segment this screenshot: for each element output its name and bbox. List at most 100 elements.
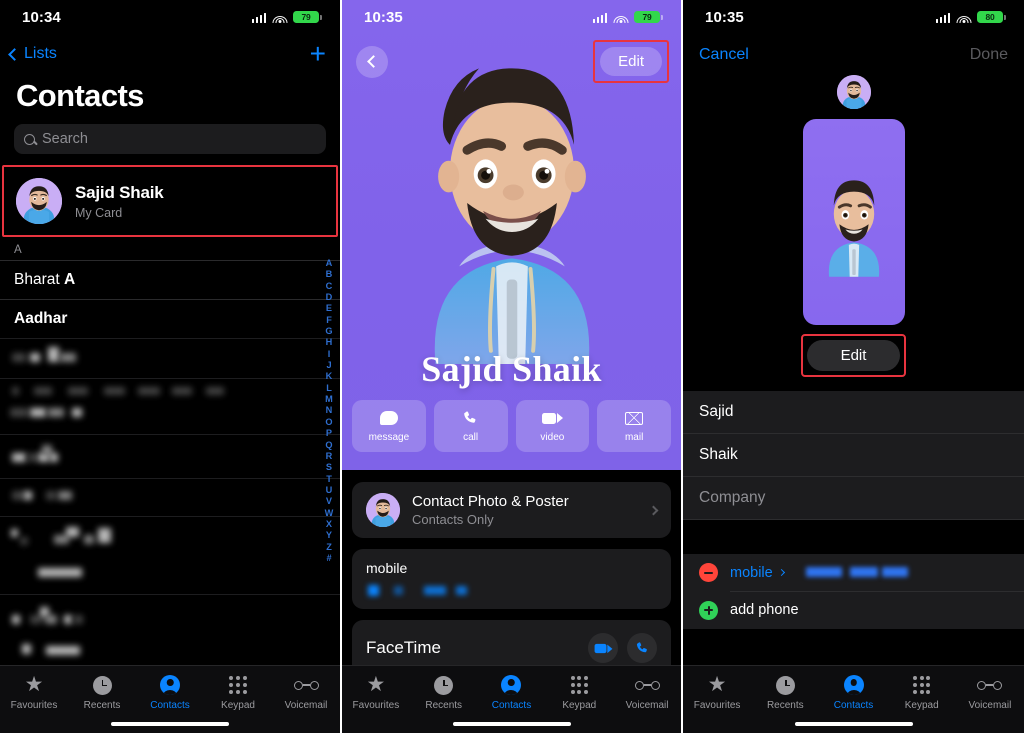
memoji-avatar-icon [434,68,589,364]
index-letter[interactable]: N [326,405,333,416]
battery-level: 79 [301,11,311,22]
back-to-lists-button[interactable]: Lists [8,45,57,63]
last-name-field[interactable]: Shaik [683,434,1024,477]
list-item-redacted[interactable] [0,434,340,478]
tab-recents[interactable]: Recents [410,674,478,711]
tab-voicemail[interactable]: Voicemail [613,674,681,711]
tab-favourites[interactable]: ★ Favourites [683,674,751,711]
add-phone-button[interactable] [699,600,718,620]
list-item-redacted[interactable] [0,516,340,558]
index-letter[interactable]: V [326,496,332,507]
phone-row[interactable]: mobile [683,554,1024,591]
index-letter[interactable]: P [326,428,332,439]
mail-button[interactable]: mail [597,400,671,452]
index-letter[interactable]: S [326,462,332,473]
list-item[interactable]: Aadhar [0,299,340,338]
index-letter[interactable]: A [326,258,333,269]
alphabet-index[interactable]: A B C D E F G H I J K L M N O P Q R S T … [322,258,336,564]
index-letter[interactable]: U [326,485,333,496]
index-letter[interactable]: J [326,360,331,371]
my-card-name: Sajid Shaik [75,182,164,202]
contact-photo-poster-subtitle: Contacts Only [412,512,494,527]
index-letter[interactable]: W [325,508,334,519]
index-letter[interactable]: B [326,269,333,280]
index-letter[interactable]: C [326,281,333,292]
index-letter[interactable]: R [326,451,333,462]
index-letter[interactable]: Y [326,530,332,541]
tab-favourites[interactable]: ★ Favourites [342,674,410,711]
poster-edit-button[interactable]: Edit [806,340,901,371]
add-contact-button[interactable]: + [310,40,326,68]
index-letter[interactable]: D [326,292,333,303]
list-item-redacted[interactable] [0,378,340,404]
index-letter[interactable]: Q [325,440,332,451]
video-button[interactable]: video [515,400,590,452]
cancel-button[interactable]: Cancel [699,46,749,64]
index-letter[interactable]: L [326,383,332,394]
phone-number-redacted[interactable] [804,566,1008,579]
edit-avatar-wrap [683,75,1024,109]
index-letter[interactable]: K [326,371,333,382]
tab-voicemail[interactable]: Voicemail [956,674,1024,711]
first-name-field[interactable]: Sajid [683,391,1024,434]
index-letter[interactable]: I [328,349,331,360]
call-button[interactable]: call [433,400,508,452]
nav-bar: Lists + [0,34,340,70]
index-letter[interactable]: H [326,337,333,348]
done-button[interactable]: Done [970,46,1008,64]
company-field[interactable]: Company [683,477,1024,520]
tab-recents[interactable]: Recents [751,674,819,711]
my-card-row[interactable]: Sajid Shaik My Card [2,165,338,237]
index-letter[interactable]: Z [326,542,332,553]
list-item-redacted[interactable] [0,338,340,378]
facetime-audio-button[interactable] [627,633,657,663]
index-letter[interactable]: M [325,394,333,405]
list-item-redacted[interactable] [0,404,340,434]
wifi-icon [613,12,628,23]
tab-label: Keypad [221,700,255,711]
list-item-redacted[interactable] [0,478,340,516]
avatar [16,178,62,224]
list-item-redacted[interactable] [0,594,340,640]
memoji-avatar-icon [366,493,400,527]
poster-preview-card[interactable] [802,119,905,325]
contact-photo-poster-card[interactable]: Contact Photo & Poster Contacts Only [352,482,671,538]
back-button[interactable] [356,45,388,78]
search-input[interactable]: Search [14,124,326,154]
memoji-avatar-icon [16,178,62,224]
index-letter[interactable]: F [326,315,332,326]
tab-contacts[interactable]: Contacts [819,674,887,711]
star-icon: ★ [24,673,44,696]
index-letter[interactable]: T [326,474,332,485]
index-letter[interactable]: E [326,303,332,314]
index-letter[interactable]: G [325,326,332,337]
index-letter[interactable]: O [325,417,332,428]
list-item-redacted[interactable] [0,640,340,668]
poster-preview-wrap: Edit [683,119,1024,377]
tab-voicemail[interactable]: Voicemail [272,674,340,711]
index-letter[interactable]: # [326,553,331,564]
remove-phone-button[interactable] [699,563,718,582]
tab-favourites[interactable]: ★ Favourites [0,674,68,711]
quick-action-label: video [540,432,565,443]
phone-label[interactable]: mobile [730,565,773,581]
add-phone-row[interactable]: add phone [683,592,1024,629]
tab-keypad[interactable]: Keypad [204,674,272,711]
avatar[interactable] [836,75,871,109]
tab-keypad[interactable]: Keypad [545,674,613,711]
message-button[interactable]: message [352,400,426,452]
list-item-redacted[interactable] [0,558,340,594]
index-letter[interactable]: X [326,519,332,530]
tab-keypad[interactable]: Keypad [888,674,956,711]
tab-contacts[interactable]: Contacts [478,674,546,711]
edit-button[interactable]: Edit [600,47,662,76]
memoji-avatar-icon [828,180,879,277]
facetime-video-button[interactable] [588,633,618,663]
person-icon [842,674,866,696]
tab-label: Favourites [10,700,58,711]
mobile-number-card[interactable]: mobile [352,549,671,609]
tab-recents[interactable]: Recents [68,674,136,711]
phone-fields-group: mobile add phone [683,554,1024,629]
tab-contacts[interactable]: Contacts [136,674,204,711]
list-item[interactable]: Bharat A [0,260,340,299]
